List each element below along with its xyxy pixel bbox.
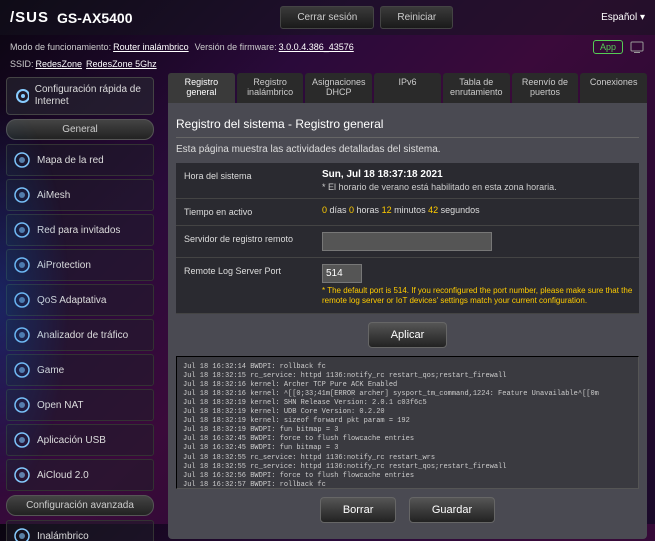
mode-link[interactable]: Router inalámbrico [113,42,189,52]
ssid2-link[interactable]: RedesZone 5Ghz [86,59,157,69]
nav-aimesh[interactable]: AiMesh [6,179,154,211]
nav-game[interactable]: Game [6,354,154,386]
ssid-label: SSID: [10,59,34,69]
mode-label: Modo de funcionamiento: [10,42,111,52]
nav-aiprotection[interactable]: AiProtection [6,249,154,281]
port-warn: * The default port is 514. If you reconf… [322,286,633,307]
nav-analizador-de-tráfico[interactable]: Analizador de tráfico [6,319,154,351]
nav-inalámbrico[interactable]: Inalámbrico [6,520,154,541]
tab-5[interactable]: Reenvío de puertos [512,73,579,103]
gear-icon [13,86,29,106]
uptime-label: Tiempo en activo [176,199,316,225]
nav-red-para-invitados[interactable]: Red para invitados [6,214,154,246]
remote-input[interactable] [322,232,492,251]
advanced-header: Configuración avanzada [6,495,154,516]
tab-0[interactable]: Registro general [168,73,235,103]
remote-label: Servidor de registro remoto [176,226,316,257]
tab-2[interactable]: Asignaciones DHCP [305,73,372,103]
model-name: GS-AX5400 [57,10,132,26]
tab-4[interactable]: Tabla de enrutamiento [443,73,510,103]
nav-aicloud-2.0[interactable]: AiCloud 2.0 [6,459,154,491]
panel-desc: Esta página muestra las actividades deta… [176,144,639,155]
tab-6[interactable]: Conexiones [580,73,647,103]
panel-title: Registro del sistema - Registro general [176,111,639,138]
time-note: * El horario de verano está habilitado e… [322,182,633,192]
uptime-value: 0 días 0 horas 12 minutos 42 segundos [316,199,639,225]
device-icon[interactable] [629,39,645,55]
port-input[interactable] [322,264,362,283]
quick-setup[interactable]: Configuración rápida de Internet [6,77,154,115]
tab-1[interactable]: Registro inalámbrico [237,73,304,103]
apply-button[interactable]: Aplicar [368,322,448,348]
nav-qos-adaptativa[interactable]: QoS Adaptativa [6,284,154,316]
log-output[interactable]: Jul 18 16:32:14 BWDPI: rollback fc Jul 1… [176,356,639,489]
fw-link[interactable]: 3.0.0.4.386_43576 [279,42,354,52]
nav-mapa-de-la-red[interactable]: Mapa de la red [6,144,154,176]
app-badge[interactable]: App [593,40,623,54]
nav-open-nat[interactable]: Open NAT [6,389,154,421]
reboot-button[interactable]: Reiniciar [380,6,453,29]
sidebar: Configuración rápida de Internet General… [0,73,160,541]
ssid1-link[interactable]: RedesZone [36,59,83,69]
save-button[interactable]: Guardar [409,497,495,523]
quick-label: Configuración rápida de Internet [35,84,147,108]
brand-logo: /SUS [10,9,49,26]
general-header: General [6,119,154,140]
nav-aplicación-usb[interactable]: Aplicación USB [6,424,154,456]
language-selector[interactable]: Español [601,12,645,23]
clear-button[interactable]: Borrar [320,497,397,523]
time-value: Sun, Jul 18 18:37:18 2021 [322,169,443,180]
logout-button[interactable]: Cerrar sesión [280,6,374,29]
fw-label: Versión de firmware: [195,42,277,52]
port-label: Remote Log Server Port [176,258,316,313]
time-label: Hora del sistema [176,163,316,198]
tab-3[interactable]: IPv6 [374,73,441,103]
